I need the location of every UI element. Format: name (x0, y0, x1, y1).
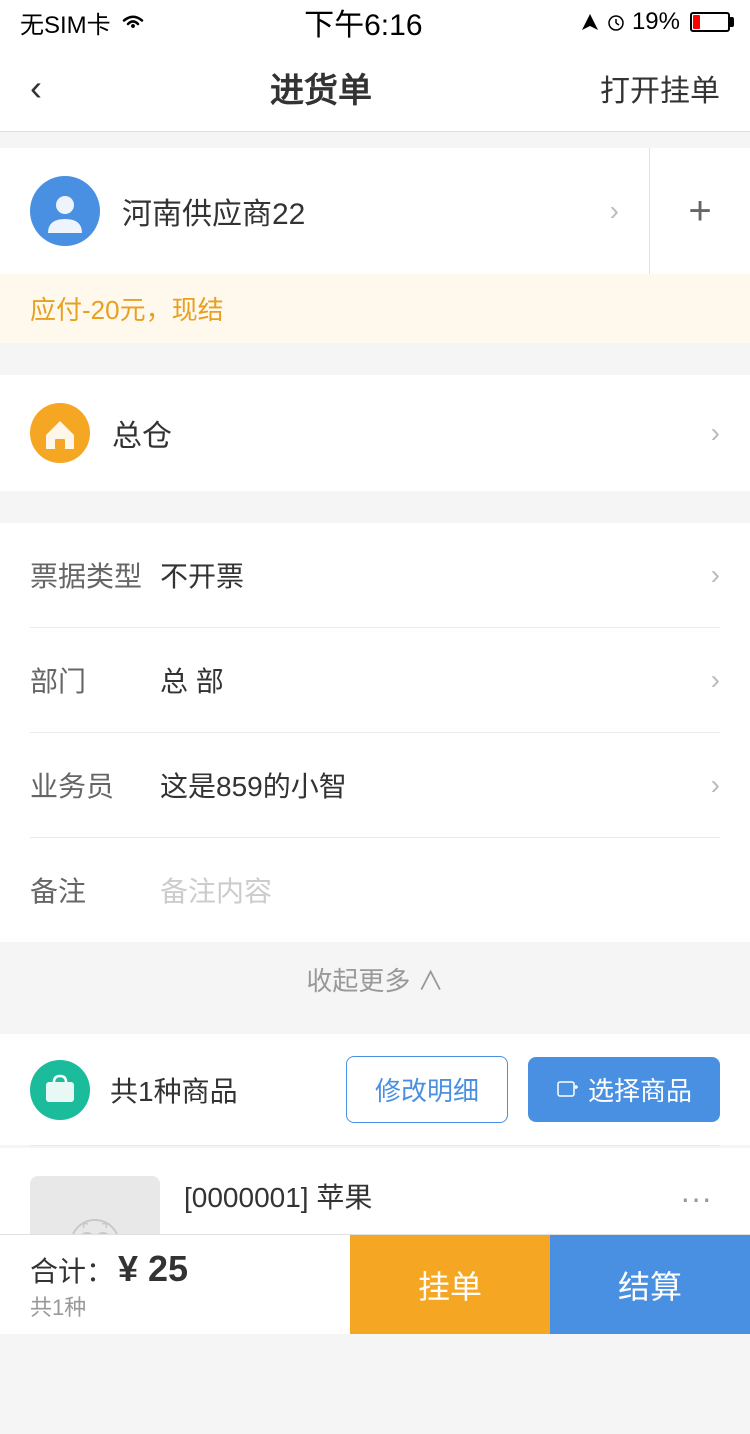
collapse-button[interactable]: 收起更多 ∧ (0, 942, 750, 1016)
department-chevron-icon: › (711, 664, 720, 696)
product-name: [0000001] 苹果 (184, 1176, 648, 1216)
nav-bar: ‹ 进货单 打开挂单 (0, 44, 750, 132)
status-right: 19% (580, 8, 730, 36)
warehouse-row[interactable]: 总仓 › (0, 375, 750, 491)
section-gap-1 (0, 132, 750, 148)
remark-label: 备注 (30, 870, 150, 910)
open-hang-button[interactable]: 打开挂单 (600, 66, 720, 110)
hang-button[interactable]: 挂单 (350, 1235, 550, 1334)
total-count: 共1种 (30, 1290, 320, 1322)
cart-icon (42, 1072, 78, 1108)
department-label: 部门 (30, 660, 150, 700)
salesman-label: 业务员 (30, 765, 150, 805)
products-header: 共1种商品 修改明细 选择商品 (0, 1034, 750, 1145)
warehouse-name: 总仓 (112, 411, 711, 455)
supplier-name: 河南供应商22 (122, 189, 610, 233)
checkout-button[interactable]: 结算 (550, 1235, 750, 1334)
department-value: 总 部 (150, 660, 711, 700)
home-icon (42, 415, 78, 451)
location-icon (580, 12, 600, 32)
select-product-icon (556, 1078, 580, 1102)
section-gap-3 (0, 491, 750, 507)
salesman-chevron-icon: › (711, 769, 720, 801)
notice-bar: 应付-20元，现结 (0, 274, 750, 343)
select-product-button[interactable]: 选择商品 (528, 1057, 720, 1122)
person-icon (43, 189, 87, 233)
battery-icon (690, 12, 730, 32)
remark-input[interactable]: 备注内容 (150, 870, 720, 910)
divider-product (30, 1145, 720, 1146)
supplier-row[interactable]: 河南供应商22 › (0, 148, 650, 274)
invoice-chevron-icon: › (711, 559, 720, 591)
supplier-chevron-icon: › (610, 195, 619, 227)
supplier-avatar (30, 176, 100, 246)
warehouse-icon (30, 403, 90, 463)
warehouse-section: 总仓 › (0, 375, 750, 491)
products-count: 共1种商品 (110, 1070, 326, 1110)
bottom-spacer (0, 1334, 750, 1434)
supplier-section: 河南供应商22 › + (0, 148, 750, 274)
salesman-row[interactable]: 业务员 这是859的小智 › (0, 733, 750, 837)
section-gap-4 (0, 1016, 750, 1032)
wifi-icon (119, 12, 147, 32)
back-button[interactable]: ‹ (30, 67, 42, 109)
total-amount: ¥ 25 (118, 1248, 188, 1290)
total-label: 合计： (30, 1250, 114, 1290)
add-supplier-button[interactable]: + (650, 148, 750, 274)
remark-row[interactable]: 备注 备注内容 (0, 838, 750, 942)
status-bar: 无SIM卡 下午6:16 19% (0, 0, 750, 44)
products-icon (30, 1060, 90, 1120)
section-gap-2 (0, 343, 750, 359)
product-more-button[interactable]: ··· (672, 1176, 720, 1221)
alarm-icon (606, 12, 626, 32)
department-row[interactable]: 部门 总 部 › (0, 628, 750, 732)
form-section: 票据类型 不开票 › 部门 总 部 › 业务员 这是859的小智 › 备注 备注… (0, 523, 750, 942)
salesman-value: 这是859的小智 (150, 765, 711, 805)
page-title: 进货单 (270, 63, 372, 112)
status-time: 下午6:16 (304, 0, 422, 44)
invoice-row[interactable]: 票据类型 不开票 › (0, 523, 750, 627)
edit-detail-button[interactable]: 修改明细 (346, 1056, 508, 1123)
status-carrier: 无SIM卡 (20, 5, 147, 40)
bottom-bar: 合计： ¥ 25 共1种 挂单 结算 (0, 1234, 750, 1334)
invoice-label: 票据类型 (30, 555, 150, 595)
total-section: 合计： ¥ 25 共1种 (0, 1235, 350, 1334)
invoice-value: 不开票 (150, 555, 711, 595)
warehouse-chevron-icon: › (711, 417, 720, 449)
